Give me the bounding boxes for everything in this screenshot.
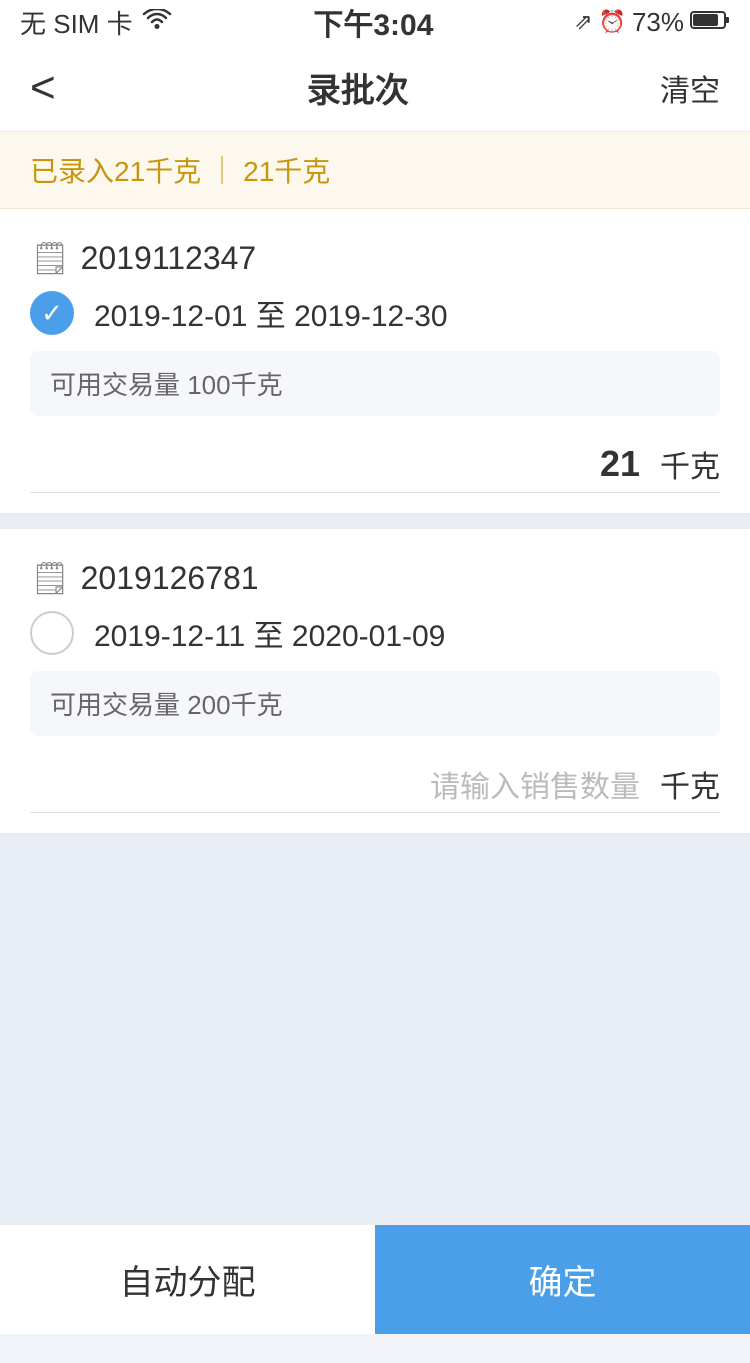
status-bar-right: ⇗ ⏰ 73% <box>574 7 730 38</box>
back-button[interactable]: < <box>30 66 56 110</box>
wifi-icon <box>141 7 173 38</box>
batch1-date-row[interactable]: ✓ 2019-12-01 至 2019-12-30 <box>30 291 720 335</box>
doc-icon-2: 🗒 <box>30 559 71 597</box>
batch1-available: 可用交易量 100千克 <box>30 351 720 416</box>
batch1-unit: 千克 <box>660 442 720 486</box>
status-bar-left: 无 SIM 卡 <box>20 4 173 41</box>
batch2-date-row[interactable]: 2019-12-11 至 2020-01-09 <box>30 611 720 655</box>
alarm-icon: ⏰ <box>599 9 626 35</box>
page-title: 录批次 <box>307 63 409 112</box>
checkmark-icon: ✓ <box>41 300 63 326</box>
status-bar: 无 SIM 卡 下午3:04 ⇗ ⏰ 73% <box>0 0 750 44</box>
confirm-button[interactable]: 确定 <box>375 1225 750 1334</box>
batch1-checkbox[interactable]: ✓ <box>30 291 74 335</box>
batch1-date: 2019-12-01 至 2019-12-30 <box>94 291 448 335</box>
batch2-header: 🗒 2019126781 <box>30 559 720 597</box>
batch1-id: 2019112347 <box>81 240 257 277</box>
banner-divider <box>221 156 223 184</box>
bottom-bar: 自动分配 确定 <box>0 1224 750 1334</box>
doc-icon-1: 🗒 <box>30 239 71 277</box>
batch1-amount: 21 <box>600 443 640 485</box>
batch2-unit: 千克 <box>660 762 720 806</box>
battery-label: 73% <box>632 7 684 38</box>
batch1-amount-row: 21 千克 <box>30 426 720 493</box>
section-divider-1 <box>0 513 750 529</box>
location-icon: ⇗ <box>574 9 592 35</box>
batch2-available: 可用交易量 200千克 <box>30 671 720 736</box>
nav-bar: < 录批次 清空 <box>0 44 750 132</box>
batch2-input-placeholder: 请输入销售数量 <box>430 762 640 806</box>
batch2-id: 2019126781 <box>81 560 259 597</box>
batch1-header: 🗒 2019112347 <box>30 239 720 277</box>
batch-card-2: 🗒 2019126781 2019-12-11 至 2020-01-09 可用交… <box>0 529 750 833</box>
auto-distribute-button[interactable]: 自动分配 <box>0 1225 375 1334</box>
main-content: 已录入21千克 21千克 🗒 2019112347 ✓ 2019-12-01 至… <box>0 132 750 1363</box>
empty-area <box>0 833 750 1253</box>
batch2-date: 2019-12-11 至 2020-01-09 <box>94 611 445 655</box>
battery-icon <box>690 7 730 38</box>
batch-card-1: 🗒 2019112347 ✓ 2019-12-01 至 2019-12-30 可… <box>0 209 750 513</box>
batch2-input-row[interactable]: 请输入销售数量 千克 <box>30 746 720 813</box>
total-label: 21千克 <box>243 150 330 190</box>
no-sim-label: 无 SIM 卡 <box>20 4 133 41</box>
clear-button[interactable]: 清空 <box>660 66 720 110</box>
batch2-checkbox[interactable] <box>30 611 74 655</box>
status-bar-time: 下午3:04 <box>313 0 433 44</box>
info-banner: 已录入21千克 21千克 <box>0 132 750 209</box>
recorded-label: 已录入21千克 <box>30 150 201 190</box>
